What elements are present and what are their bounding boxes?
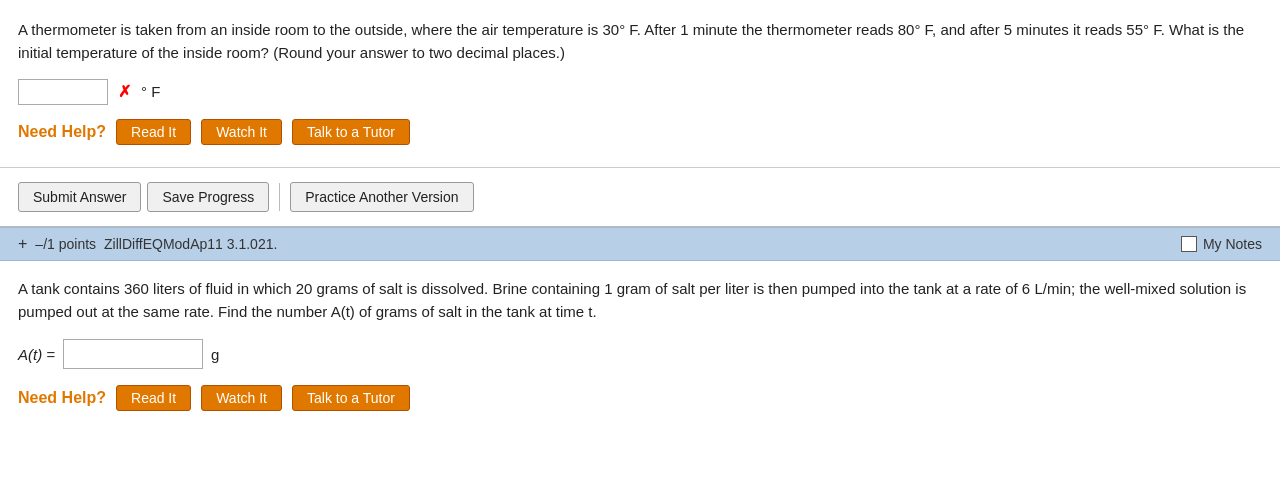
read-it-button-2[interactable]: Read It <box>116 385 191 411</box>
question1-text: A thermometer is taken from an inside ro… <box>18 18 1262 65</box>
answer-input-1[interactable] <box>18 79 108 105</box>
talk-to-tutor-button-1[interactable]: Talk to a Tutor <box>292 119 410 145</box>
need-help-row-1: Need Help? Read It Watch It Talk to a Tu… <box>18 119 1262 145</box>
at-label: A(t) = <box>18 346 55 363</box>
practice-another-button[interactable]: Practice Another Version <box>290 182 473 212</box>
points-text-2: –/1 points <box>35 236 96 252</box>
read-it-button-1[interactable]: Read It <box>116 119 191 145</box>
answer-row-1: ✗ ° F <box>18 79 1262 105</box>
my-notes-label: My Notes <box>1203 236 1262 252</box>
need-help-label-1: Need Help? <box>18 123 106 141</box>
section2-body: A tank contains 360 liters of fluid in w… <box>0 261 1280 434</box>
problem-header-2: + –/1 points ZillDiffEQModAp11 3.1.021. … <box>0 227 1280 261</box>
action-separator <box>279 183 280 211</box>
answer-row-2: A(t) = g <box>18 339 1262 369</box>
save-progress-button[interactable]: Save Progress <box>147 182 269 212</box>
problem-header-left: + –/1 points ZillDiffEQModAp11 3.1.021. <box>18 236 277 252</box>
my-notes-button[interactable]: My Notes <box>1181 236 1262 252</box>
watch-it-button-2[interactable]: Watch It <box>201 385 282 411</box>
unit-label-1: ° F <box>141 83 160 100</box>
expand-button-2[interactable]: + <box>18 236 27 252</box>
question2-text: A tank contains 360 liters of fluid in w… <box>18 277 1262 324</box>
section1: A thermometer is taken from an inside ro… <box>0 0 1280 168</box>
submit-answer-button[interactable]: Submit Answer <box>18 182 141 212</box>
answer-input-2[interactable] <box>63 339 203 369</box>
talk-to-tutor-button-2[interactable]: Talk to a Tutor <box>292 385 410 411</box>
action-bar: Submit Answer Save Progress Practice Ano… <box>0 168 1280 227</box>
need-help-label-2: Need Help? <box>18 389 106 407</box>
need-help-row-2: Need Help? Read It Watch It Talk to a Tu… <box>18 385 1262 411</box>
problem-id-2: ZillDiffEQModAp11 3.1.021. <box>104 236 277 252</box>
watch-it-button-1[interactable]: Watch It <box>201 119 282 145</box>
notes-icon <box>1181 236 1197 252</box>
clear-button-1[interactable]: ✗ <box>116 82 133 101</box>
unit-label-2: g <box>211 346 219 363</box>
